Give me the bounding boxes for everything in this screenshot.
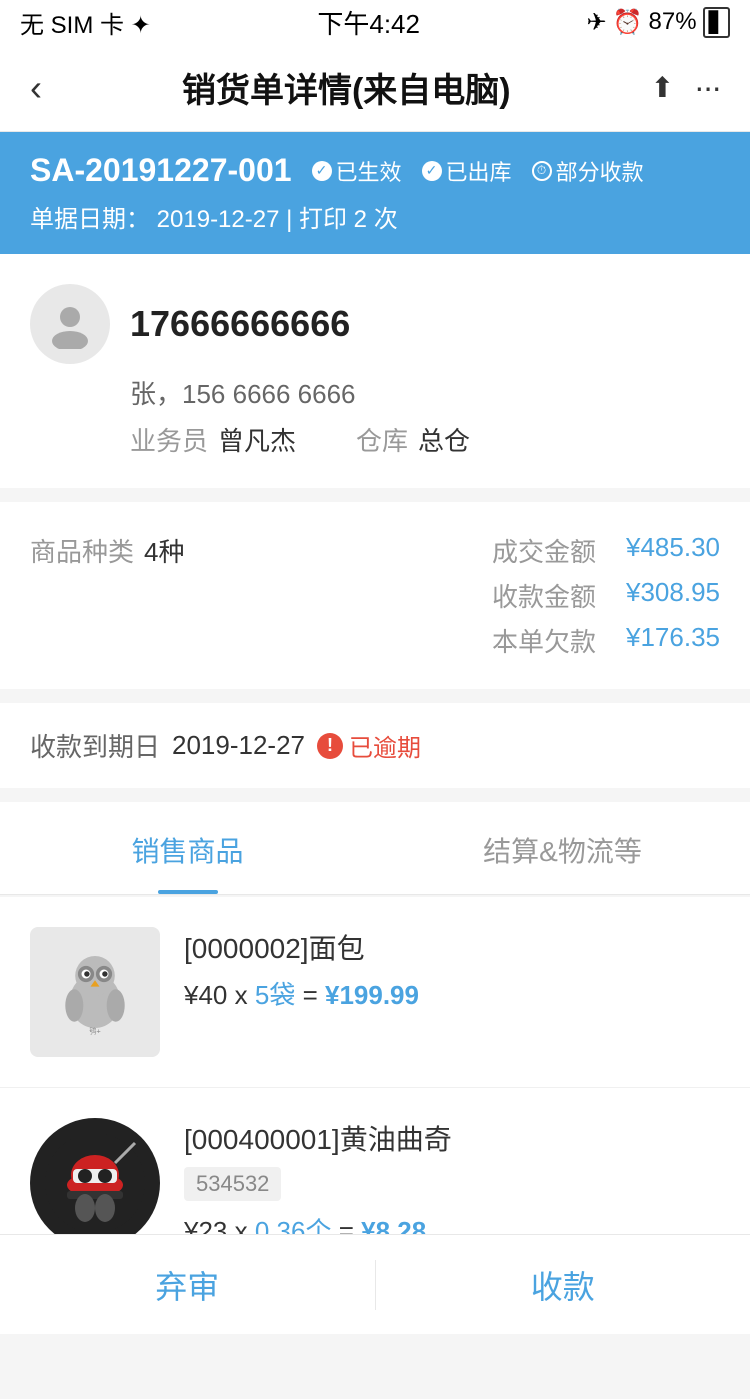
customer-phone: 17666666666 xyxy=(130,303,350,345)
due-section: 收款到期日 2019-12-27 ! 已逾期 xyxy=(0,703,750,788)
price-total-1: ¥199.99 xyxy=(325,980,419,1010)
battery-level: 87% xyxy=(649,8,697,36)
product-image-1: 鸮+ xyxy=(30,927,160,1057)
status-time: 下午4:42 xyxy=(317,4,420,41)
badge-partial-payment: ⏱ 部分收款 xyxy=(532,155,644,187)
price-x-1: x xyxy=(235,980,255,1010)
share-button[interactable]: ⬆ xyxy=(651,71,674,104)
staff-label: 业务员 xyxy=(130,421,208,458)
nav-bar: ‹ 销货单详情(来自电脑) ⬆ ··· xyxy=(0,44,750,132)
product-name-2: [000400001]黄油曲奇 xyxy=(184,1118,720,1158)
debt-row: 本单欠款 ¥176.35 xyxy=(492,622,720,659)
divider-3 xyxy=(0,790,750,802)
more-button[interactable]: ··· xyxy=(694,69,720,106)
divider-2 xyxy=(0,691,750,703)
product-tag-2: 534532 xyxy=(184,1167,281,1201)
tab-sales-products[interactable]: 销售商品 xyxy=(0,802,375,894)
debt-label: 本单欠款 xyxy=(492,622,596,659)
order-date-row: 单据日期： 2019-12-27 | 打印 2 次 xyxy=(30,199,720,234)
received-label: 收款金额 xyxy=(492,577,596,614)
collect-payment-button[interactable]: 收款 xyxy=(376,1242,750,1328)
svg-text:鸮+: 鸮+ xyxy=(89,1026,100,1035)
price-base-1: ¥40 xyxy=(184,980,227,1010)
alarm-icon: ⏰ xyxy=(613,8,643,37)
overdue-badge: ! 已逾期 xyxy=(317,728,421,763)
customer-name: 张，156 6666 6666 xyxy=(130,374,720,411)
clock-icon: ⏱ xyxy=(532,161,552,181)
price-qty-1: 5袋 xyxy=(255,980,295,1010)
due-date: 2019-12-27 xyxy=(172,730,305,761)
status-bar: 无 SIM 卡 ✦ 下午4:42 ✈ ⏰ 87% ▋ xyxy=(0,0,750,44)
warehouse-name: 总仓 xyxy=(418,421,470,458)
owl-icon: 鸮+ xyxy=(50,947,140,1037)
badge-effective: ✓ 已生效 xyxy=(312,155,402,187)
product-image-2 xyxy=(30,1118,160,1248)
avatar xyxy=(30,284,110,364)
staff-warehouse-row: 业务员 曾凡杰 仓库 总仓 xyxy=(130,421,720,458)
back-button[interactable]: ‹ xyxy=(30,67,42,109)
product-price-1: ¥40 x 5袋 = ¥199.99 xyxy=(184,975,720,1012)
price-eq-1: = xyxy=(303,980,325,1010)
stats-right: 成交金额 ¥485.30 收款金额 ¥308.95 本单欠款 ¥176.35 xyxy=(492,532,720,659)
product-name-1: [0000002]面包 xyxy=(184,927,720,967)
product-info-1: [0000002]面包 ¥40 x 5袋 = ¥199.99 xyxy=(184,927,720,1012)
category-value: 4种 xyxy=(144,532,184,569)
stats-section: 商品种类 4种 成交金额 ¥485.30 收款金额 ¥308.95 本单欠款 ¥… xyxy=(0,502,750,689)
staff-name: 曾凡杰 xyxy=(218,421,296,458)
overdue-icon: ! xyxy=(317,733,343,759)
nav-actions: ⬆ ··· xyxy=(651,69,720,106)
warehouse-label: 仓库 xyxy=(356,421,408,458)
stats-left: 商品种类 4种 xyxy=(30,532,184,569)
divider-1 xyxy=(0,490,750,502)
sim-status: 无 SIM 卡 ✦ xyxy=(20,5,151,40)
status-right: ✈ ⏰ 87% ▋ xyxy=(587,7,730,38)
due-label: 收款到期日 xyxy=(30,727,160,764)
battery-icon: ▋ xyxy=(703,7,730,38)
received-value: ¥308.95 xyxy=(626,577,720,614)
order-header-band: SA-20191227-001 ✓ 已生效 ✓ 已出库 ⏱ 部分收款 单据日期：… xyxy=(0,132,750,254)
tab-settlement-logistics[interactable]: 结算&物流等 xyxy=(375,802,750,894)
user-icon xyxy=(45,299,95,349)
category-label: 商品种类 xyxy=(30,532,134,569)
amount-label: 成交金额 xyxy=(492,532,596,569)
amount-value: ¥485.30 xyxy=(626,532,720,569)
order-id: SA-20191227-001 xyxy=(30,152,292,189)
tabs-section: 销售商品 结算&物流等 xyxy=(0,802,750,895)
amount-row: 成交金额 ¥485.30 xyxy=(492,532,720,569)
badge-shipped: ✓ 已出库 xyxy=(422,155,512,187)
check-icon-2: ✓ xyxy=(422,161,442,181)
customer-section: 17666666666 张，156 6666 6666 业务员 曾凡杰 仓库 总… xyxy=(0,254,750,488)
received-row: 收款金额 ¥308.95 xyxy=(492,577,720,614)
tabs-row: 销售商品 结算&物流等 xyxy=(0,802,750,895)
cancel-audit-button[interactable]: 弃审 xyxy=(0,1242,375,1328)
status-left: 无 SIM 卡 ✦ xyxy=(20,5,151,40)
debt-value: ¥176.35 xyxy=(626,622,720,659)
page-title: 销货单详情(来自电脑) xyxy=(182,63,511,112)
bottom-bar: 弃审 收款 xyxy=(0,1234,750,1334)
product-list: 鸮+ [0000002]面包 ¥40 x 5袋 = ¥199.99 xyxy=(0,897,750,1279)
product-logo-icon xyxy=(45,1133,145,1233)
product-info-2: [000400001]黄油曲奇 534532 ¥23 x 0.36个 = ¥8.… xyxy=(184,1118,720,1248)
overdue-text: 已逾期 xyxy=(349,728,421,763)
location-icon: ✈ xyxy=(587,8,607,37)
check-icon-1: ✓ xyxy=(312,161,332,181)
customer-row: 17666666666 xyxy=(30,284,720,364)
stats-row: 商品种类 4种 成交金额 ¥485.30 收款金额 ¥308.95 本单欠款 ¥… xyxy=(30,532,720,659)
order-id-row: SA-20191227-001 ✓ 已生效 ✓ 已出库 ⏱ 部分收款 xyxy=(30,152,720,189)
product-item-1: 鸮+ [0000002]面包 ¥40 x 5袋 = ¥199.99 xyxy=(0,897,750,1088)
